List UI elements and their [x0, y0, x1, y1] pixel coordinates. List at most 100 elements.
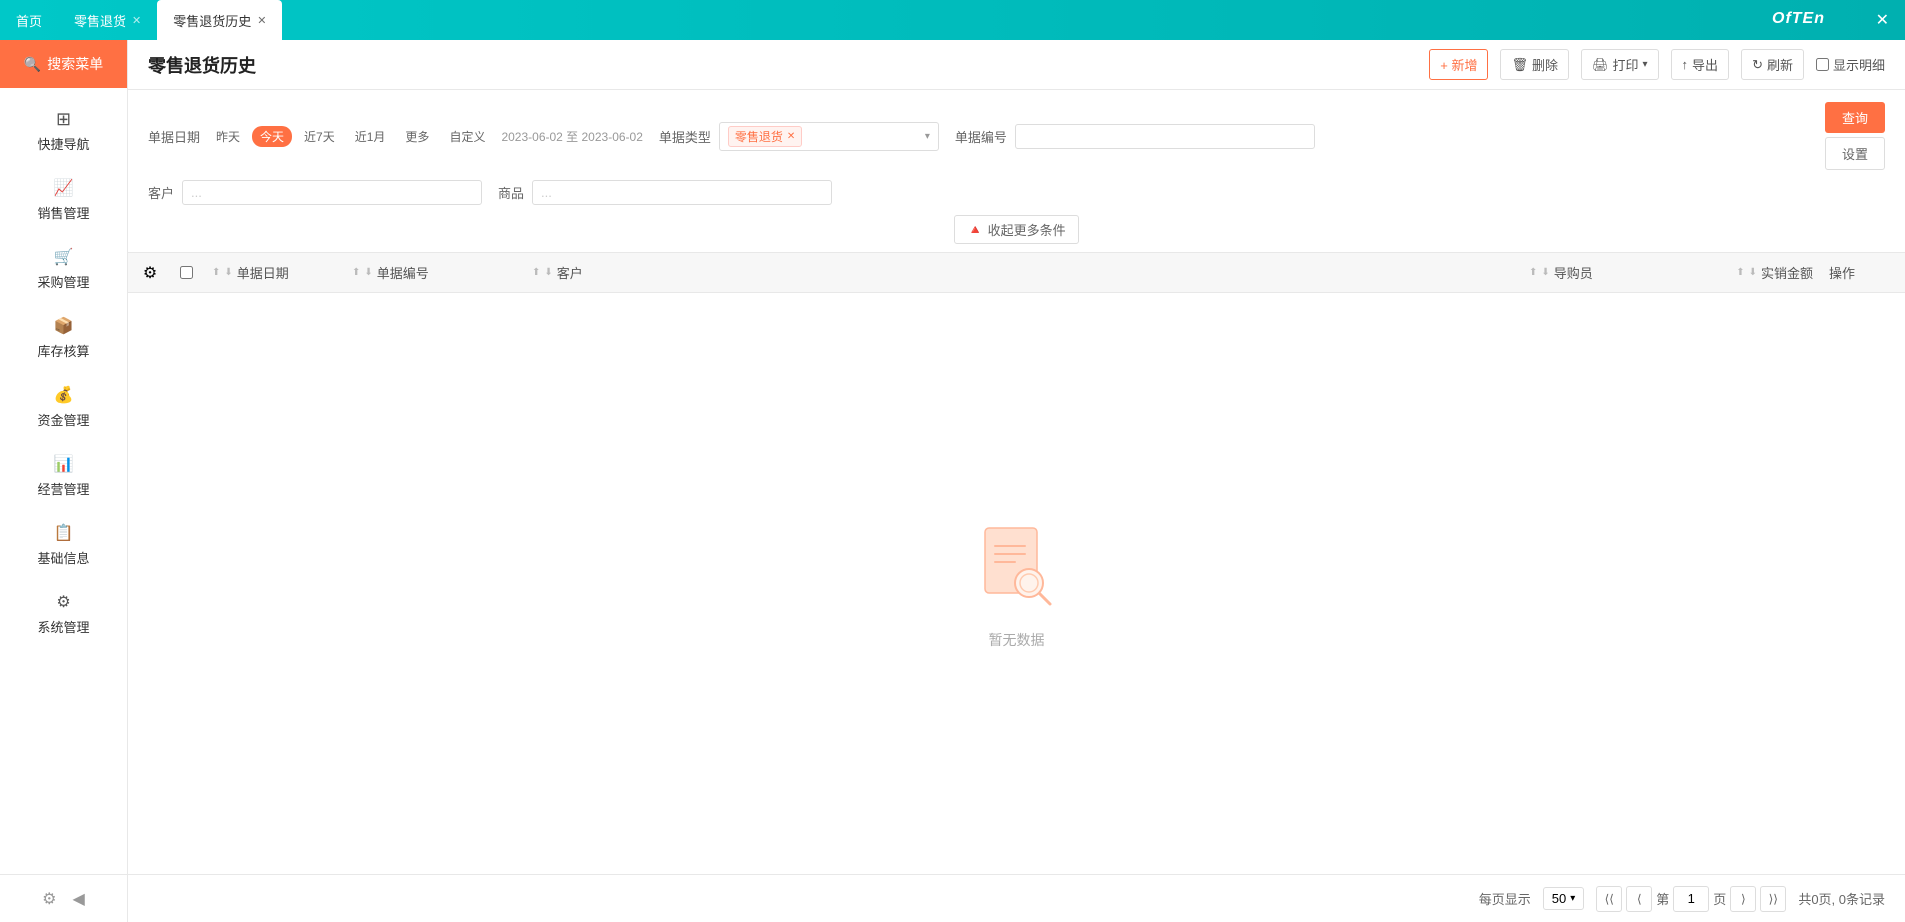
customer-placeholder: ... — [191, 185, 202, 200]
th-date[interactable]: ⬆ ⬇ 单据日期 — [204, 263, 344, 282]
sidebar-item-basic-info-label: 基础信息 — [37, 548, 89, 567]
content-area: 零售退货历史 + 新增 🗑 删除 🖨 打印 ▾ ↑ 导出 ↻ — [128, 40, 1905, 922]
operations-icon: 📊 — [53, 453, 75, 475]
table-header: ⚙ ⬆ ⬇ 单据日期 ⬆ ⬇ 单据编号 ⬆ ⬇ 客户 — [128, 253, 1905, 293]
sidebar-item-inventory[interactable]: 📦 库存核算 — [0, 303, 127, 372]
tab-retail-return-history-close[interactable]: ✕ — [257, 14, 266, 27]
select-all-checkbox[interactable] — [180, 266, 193, 279]
th-docno-label: 单据编号 — [377, 263, 429, 282]
th-docno[interactable]: ⬆ ⬇ 单据编号 — [344, 263, 524, 282]
finance-icon: 💰 — [53, 384, 75, 406]
basicinfo-icon: 📋 — [53, 522, 75, 544]
sidebar-item-finance[interactable]: 💰 资金管理 — [0, 372, 127, 441]
th-customer[interactable]: ⬆ ⬇ 客户 — [524, 263, 1521, 282]
doc-type-tag-close[interactable]: ✕ — [787, 131, 795, 142]
pagination-total: 共0页, 0条记录 — [1798, 889, 1885, 908]
th-action: 操作 — [1821, 263, 1901, 282]
table-settings-cell[interactable]: ⚙ — [132, 263, 168, 283]
sidebar-item-basic-info[interactable]: 📋 基础信息 — [0, 510, 127, 579]
th-amount[interactable]: ⬆ ⬇ 实销金额 — [1681, 263, 1821, 282]
search-menu-button[interactable]: 🔍 搜索菜单 — [0, 40, 127, 88]
sidebar-item-inventory-label: 库存核算 — [37, 341, 89, 360]
tab-retail-return-close[interactable]: ✕ — [132, 14, 141, 27]
page-size-arrow-icon: ▾ — [1570, 893, 1575, 904]
sort-up-icon-4: ⬆ — [1529, 267, 1537, 278]
page-size-select[interactable]: 50 ▾ — [1543, 887, 1585, 910]
query-settings-group: 查询 设置 — [1825, 102, 1885, 170]
tab-retail-return-history[interactable]: 零售退货历史 ✕ — [157, 0, 282, 40]
sidebar-item-purchase-label: 采购管理 — [37, 272, 89, 291]
sidebar-pin-button[interactable]: ◀ — [73, 889, 85, 909]
tab-home-label: 首页 — [16, 11, 42, 30]
date-btn-1month[interactable]: 近1月 — [347, 126, 394, 147]
sidebar-item-quicknav[interactable]: ⊞ 快捷导航 — [0, 96, 127, 165]
goods-input[interactable]: ... — [532, 180, 832, 205]
export-button[interactable]: ↑ 导出 — [1671, 49, 1730, 80]
page-prev-button[interactable]: ⟨ — [1626, 886, 1652, 912]
print-button[interactable]: 🖨 打印 ▾ — [1581, 49, 1659, 80]
export-icon: ↑ — [1682, 57, 1689, 72]
page-title: 零售退货历史 — [148, 52, 256, 78]
page-label-post: 页 — [1713, 889, 1726, 908]
table-select-all-cell[interactable] — [168, 266, 204, 279]
date-range-text: 2023-06-02 至 2023-06-02 — [501, 128, 642, 145]
sort-up-icon-5: ⬆ — [1736, 267, 1744, 278]
add-button[interactable]: + 新增 — [1429, 49, 1488, 80]
goods-placeholder: ... — [541, 185, 552, 200]
collapse-button[interactable]: 🔺 收起更多条件 — [954, 215, 1078, 244]
page-size-label: 每页显示 — [1479, 889, 1531, 908]
doc-type-filter-group: 单据类型 零售退货 ✕ ▾ — [659, 122, 939, 151]
sidebar-item-system[interactable]: ⚙ 系统管理 — [0, 579, 127, 648]
empty-state: 暂无数据 — [128, 293, 1905, 874]
tab-retail-return-history-label: 零售退货历史 — [173, 11, 251, 30]
tab-retail-return-label: 零售退货 — [74, 11, 126, 30]
customer-filter-group: 客户 ... — [148, 180, 482, 205]
doc-no-label: 单据编号 — [955, 127, 1007, 146]
sidebar: 🔍 搜索菜单 ⊞ 快捷导航 📈 销售管理 🛒 采购管理 📦 库存核算 💰 — [0, 40, 128, 922]
page-last-button[interactable]: ⟩⟩ — [1760, 886, 1786, 912]
tab-home[interactable]: 首页 — [0, 0, 58, 40]
date-filter-group: 单据日期 昨天 今天 近7天 近1月 更多 自定义 2023-06-02 至 2… — [148, 126, 643, 147]
main-layout: 🔍 搜索菜单 ⊞ 快捷导航 📈 销售管理 🛒 采购管理 📦 库存核算 💰 — [0, 40, 1905, 922]
refresh-button[interactable]: ↻ 刷新 — [1741, 49, 1804, 80]
customer-input[interactable]: ... — [182, 180, 482, 205]
tab-retail-return[interactable]: 零售退货 ✕ — [58, 0, 157, 40]
doc-no-input[interactable] — [1015, 124, 1315, 149]
display-detail-label: 显示明细 — [1833, 55, 1885, 74]
sidebar-item-sales[interactable]: 📈 销售管理 — [0, 165, 127, 234]
date-filter-label: 单据日期 — [148, 127, 200, 146]
sidebar-item-purchase[interactable]: 🛒 采购管理 — [0, 234, 127, 303]
sidebar-settings-button[interactable]: ⚙ — [42, 889, 56, 909]
top-bar-right: ✕ — [1876, 10, 1905, 30]
toolbar: + 新增 🗑 删除 🖨 打印 ▾ ↑ 导出 ↻ 刷新 — [1429, 49, 1885, 80]
sales-icon: 📈 — [53, 177, 75, 199]
th-guide[interactable]: ⬆ ⬇ 导购员 — [1521, 263, 1681, 282]
date-btn-yesterday[interactable]: 昨天 — [208, 126, 248, 147]
refresh-icon: ↻ — [1752, 57, 1763, 73]
filter-settings-button[interactable]: 设置 — [1825, 137, 1885, 170]
query-button[interactable]: 查询 — [1825, 102, 1885, 133]
page-next-button[interactable]: ⟩ — [1730, 886, 1756, 912]
page-first-button[interactable]: ⟨⟨ — [1596, 886, 1622, 912]
display-detail-checkbox[interactable] — [1816, 58, 1829, 71]
doc-type-select[interactable]: 零售退货 ✕ ▾ — [719, 122, 939, 151]
sidebar-item-operations[interactable]: 📊 经营管理 — [0, 441, 127, 510]
delete-button[interactable]: 🗑 删除 — [1500, 49, 1569, 80]
display-detail-checkbox-label[interactable]: 显示明细 — [1816, 55, 1885, 74]
sidebar-item-system-label: 系统管理 — [37, 617, 89, 636]
date-btn-custom[interactable]: 自定义 — [441, 126, 493, 147]
brand-text: OfTEn — [1772, 10, 1825, 28]
date-btn-today[interactable]: 今天 — [252, 126, 292, 147]
doc-type-tag-label: 零售退货 — [735, 128, 783, 145]
empty-illustration — [967, 518, 1067, 618]
window-close-button[interactable]: ✕ — [1876, 10, 1889, 30]
date-btn-7days[interactable]: 近7天 — [296, 126, 343, 147]
th-action-label: 操作 — [1829, 263, 1855, 282]
filter-row-2: 客户 ... 商品 ... — [148, 180, 1885, 205]
purchase-icon: 🛒 — [53, 246, 75, 268]
page-header: 零售退货历史 + 新增 🗑 删除 🖨 打印 ▾ ↑ 导出 ↻ — [128, 40, 1905, 90]
doc-type-select-arrow-icon: ▾ — [925, 131, 930, 142]
filter-area: 单据日期 昨天 今天 近7天 近1月 更多 自定义 2023-06-02 至 2… — [128, 90, 1905, 253]
date-btn-more[interactable]: 更多 — [397, 126, 437, 147]
page-number-input[interactable] — [1673, 886, 1709, 912]
